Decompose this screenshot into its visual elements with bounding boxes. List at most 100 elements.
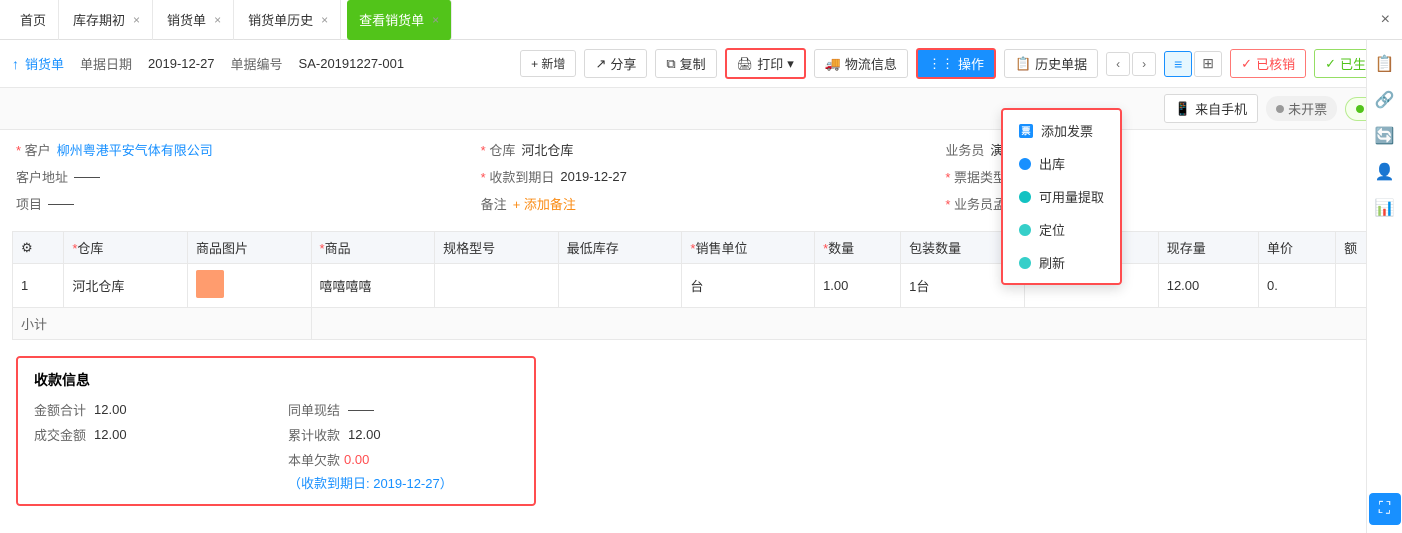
col-product-img: 商品图片 bbox=[187, 232, 311, 264]
tab-inventory-init[interactable]: 库存期初 × bbox=[61, 0, 153, 40]
staff-label: 业务员 bbox=[945, 140, 984, 159]
payment-title: 收款信息 bbox=[34, 370, 518, 390]
outstanding-label: 本单欠款 bbox=[288, 450, 340, 469]
sidebar-link-icon[interactable]: 🔗 bbox=[1369, 84, 1401, 116]
col-product: *商品 bbox=[311, 232, 435, 264]
tab-home[interactable]: 首页 bbox=[8, 0, 59, 40]
doc-number-label: 单据编号 bbox=[231, 54, 283, 73]
doc-date-label: 单据日期 bbox=[80, 54, 132, 73]
doc-meta: 单据日期 2019-12-27 单据编号 SA-20191227-001 bbox=[80, 54, 404, 73]
from-phone-button[interactable]: 📱 来自手机 bbox=[1164, 94, 1258, 123]
cancelled-button[interactable]: ✓ 已核销 bbox=[1230, 49, 1306, 78]
table-header-row: ⚙ *仓库 商品图片 *商品 规格型号 最低库存 *销售单位 *数量 包装数量 … bbox=[13, 232, 1390, 264]
note-field: 备注 + 添加备注 bbox=[481, 194, 922, 213]
doc-number-value: SA-20191227-001 bbox=[299, 56, 405, 71]
doc-header: ↑ 销货单 单据日期 2019-12-27 单据编号 SA-20191227-0… bbox=[0, 40, 1402, 88]
warehouse-field: * 仓库 河北仓库 bbox=[481, 140, 922, 159]
sidebar-refresh-icon[interactable]: 🔄 bbox=[1369, 120, 1401, 152]
address-label: 客户地址 bbox=[16, 167, 68, 186]
tab-sales-history-close[interactable]: × bbox=[321, 13, 328, 27]
toolbar-actions: + 新增 ↗ 分享 ⧉ 复制 🖨 打印 ▾ 🚚 物流信息 ⋮⋮ 操作 bbox=[520, 48, 1390, 79]
cancelled-label: 已核销 bbox=[1256, 54, 1295, 73]
payment-grid: 金额合计 12.00 同单现结 —— 成交金额 12.00 累计收款 12.00 bbox=[34, 400, 518, 492]
main-content: ↑ 销货单 单据日期 2019-12-27 单据编号 SA-20191227-0… bbox=[0, 40, 1402, 533]
operate-button[interactable]: ⋮⋮ 操作 bbox=[916, 48, 996, 79]
col-current-stock: 现存量 bbox=[1158, 232, 1258, 264]
sidebar-notes-icon[interactable]: 📋 bbox=[1369, 48, 1401, 80]
locate-label: 定位 bbox=[1039, 220, 1065, 239]
row-warehouse: 河北仓库 bbox=[64, 264, 188, 308]
open-ticket-tag[interactable]: 未开票 bbox=[1266, 96, 1337, 121]
address-value: —— bbox=[74, 169, 100, 184]
tab-view-sales-close[interactable]: × bbox=[432, 13, 439, 27]
tab-inventory-init-close[interactable]: × bbox=[133, 13, 140, 27]
project-label: 项目 bbox=[16, 194, 42, 213]
warehouse-value: 河北仓库 bbox=[521, 140, 573, 159]
form-row-2: 客户地址 —— * 收款到期日 2019-12-27 * 票据类型 不开票 bbox=[16, 167, 1386, 186]
available-extract-item[interactable]: 可用量提取 bbox=[1003, 180, 1120, 213]
doc-type-icon: ↑ bbox=[12, 56, 19, 72]
bottom-section: 收款信息 金额合计 12.00 同单现结 —— 成交金额 12.00 累计收款 … bbox=[0, 344, 1402, 518]
due-date-field: * 收款到期日 2019-12-27 bbox=[481, 167, 922, 186]
address-field: 客户地址 —— bbox=[16, 167, 457, 186]
tab-view-sales[interactable]: 查看销货单 × bbox=[347, 0, 452, 40]
available-icon bbox=[1019, 191, 1031, 203]
new-button[interactable]: + 新增 bbox=[520, 50, 576, 77]
history-button[interactable]: 📋 历史单据 bbox=[1004, 49, 1098, 78]
tab-sales-history[interactable]: 销货单历史 × bbox=[236, 0, 341, 40]
form-row-3: 项目 —— 备注 + 添加备注 * 业务员孟 —— bbox=[16, 194, 1386, 213]
cumulative-payment-value: 12.00 bbox=[348, 427, 381, 442]
col-unit: *销售单位 bbox=[682, 232, 815, 264]
share-button[interactable]: ↗ 分享 bbox=[584, 49, 647, 78]
tab-sales-order-close[interactable]: × bbox=[214, 13, 221, 27]
row-product-img bbox=[187, 264, 311, 308]
sidebar-user-icon[interactable]: 👤 bbox=[1369, 156, 1401, 188]
list-view-button[interactable]: ≡ bbox=[1164, 51, 1192, 77]
warehouse-label: * 仓库 bbox=[481, 140, 516, 159]
toolbar-row2: 📱 来自手机 未开票 ✓ bbox=[0, 88, 1402, 130]
subtotal-row: 小计 bbox=[13, 308, 1390, 340]
outbound-label: 出库 bbox=[1039, 154, 1065, 173]
sidebar-chart-icon[interactable]: 📊 bbox=[1369, 192, 1401, 224]
check-icon-effective: ✓ bbox=[1325, 56, 1336, 72]
row-quantity: 1.00 bbox=[815, 264, 901, 308]
ticket-label: * 票据类型 bbox=[945, 167, 1006, 186]
logistics-button[interactable]: 🚚 物流信息 bbox=[814, 49, 908, 78]
next-arrow[interactable]: › bbox=[1132, 52, 1156, 76]
project-field: 项目 —— bbox=[16, 194, 457, 213]
same-order-value: —— bbox=[348, 402, 374, 417]
col-settings[interactable]: ⚙ bbox=[13, 232, 64, 264]
form-row-1: * 客户 柳州粤港平安气体有限公司 * 仓库 河北仓库 业务员 演示账号 bbox=[16, 140, 1386, 159]
tab-sales-history-label: 销货单历史 bbox=[248, 10, 313, 29]
locate-item[interactable]: 定位 bbox=[1003, 213, 1120, 246]
project-value: —— bbox=[48, 196, 74, 211]
outbound-icon bbox=[1019, 158, 1031, 170]
add-invoice-item[interactable]: 票 添加发票 bbox=[1003, 114, 1120, 147]
amount-total-item: 金额合计 12.00 bbox=[34, 400, 264, 419]
customer-value[interactable]: 柳州粤港平安气体有限公司 bbox=[57, 140, 213, 159]
locate-icon bbox=[1019, 224, 1031, 236]
window-close-button[interactable]: × bbox=[1381, 11, 1390, 29]
row-spec bbox=[435, 264, 559, 308]
add-note-button[interactable]: + 添加备注 bbox=[513, 194, 576, 213]
prev-arrow[interactable]: ‹ bbox=[1106, 52, 1130, 76]
print-button[interactable]: 🖨 打印 ▾ bbox=[725, 48, 806, 79]
tab-bar: 首页 库存期初 × 销货单 × 销货单历史 × 查看销货单 × × bbox=[0, 0, 1402, 40]
row-current-stock: 12.00 bbox=[1158, 264, 1258, 308]
grid-view-button[interactable]: ⊞ bbox=[1194, 51, 1222, 77]
amount-total-label: 金额合计 bbox=[34, 400, 86, 419]
tab-sales-order[interactable]: 销货单 × bbox=[155, 0, 234, 40]
same-order-label: 同单现结 bbox=[288, 400, 340, 419]
table-row: 1 河北仓库 嘻嘻嘻嘻 台 1.00 1台 12.00 0. bbox=[13, 264, 1390, 308]
payment-box: 收款信息 金额合计 12.00 同单现结 —— 成交金额 12.00 累计收款 … bbox=[16, 356, 536, 506]
refresh-item[interactable]: 刷新 bbox=[1003, 246, 1120, 279]
subtotal-values bbox=[311, 308, 1389, 340]
tab-inventory-init-label: 库存期初 bbox=[73, 10, 125, 29]
amount-total-value: 12.00 bbox=[94, 402, 127, 417]
copy-button[interactable]: ⧉ 复制 bbox=[655, 49, 716, 78]
outbound-item[interactable]: 出库 bbox=[1003, 147, 1120, 180]
refresh-label: 刷新 bbox=[1039, 253, 1065, 272]
print-icon: 🖨 bbox=[737, 56, 754, 72]
sidebar-expand-icon[interactable]: ⛶ bbox=[1369, 493, 1401, 525]
history-label: 历史单据 bbox=[1035, 54, 1087, 73]
